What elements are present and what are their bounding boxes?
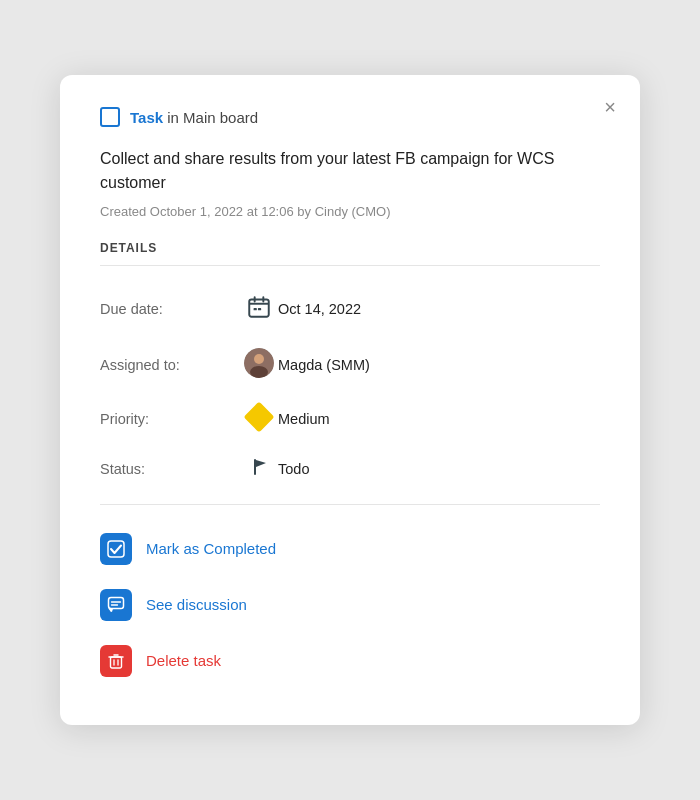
see-discussion-label: See discussion — [146, 596, 247, 613]
assigned-to-value: Magda (SMM) — [278, 336, 600, 394]
svg-rect-8 — [109, 597, 124, 608]
delete-task-action[interactable]: Delete task — [100, 633, 600, 689]
details-divider — [100, 265, 600, 266]
calendar-icon-cell — [240, 282, 278, 336]
mark-completed-action[interactable]: Mark as Completed — [100, 521, 600, 577]
check-icon-box — [100, 533, 132, 565]
details-table: Due date: Oct 14, 2022 Assigned to: — [100, 282, 600, 494]
avatar — [244, 348, 274, 378]
task-checkbox[interactable] — [100, 107, 120, 127]
svg-rect-6 — [254, 459, 256, 475]
svg-point-4 — [254, 354, 264, 364]
assigned-to-label: Assigned to: — [100, 336, 240, 394]
status-row: Status: Todo — [100, 444, 600, 494]
priority-label: Priority: — [100, 394, 240, 444]
priority-value: Medium — [278, 394, 600, 444]
svg-rect-11 — [111, 657, 122, 668]
calendar-icon — [246, 294, 272, 320]
svg-rect-1 — [254, 308, 257, 310]
due-date-row: Due date: Oct 14, 2022 — [100, 282, 600, 336]
status-label: Status: — [100, 444, 240, 494]
chat-icon-box — [100, 589, 132, 621]
due-date-label: Due date: — [100, 282, 240, 336]
chat-icon — [107, 596, 125, 614]
svg-rect-2 — [258, 308, 261, 310]
assigned-to-row: Assigned to: Magda (SMM) — [100, 336, 600, 394]
task-word: Task — [130, 109, 163, 126]
task-header: Task in Main board — [100, 107, 600, 127]
svg-point-5 — [250, 366, 268, 378]
see-discussion-action[interactable]: See discussion — [100, 577, 600, 633]
flag-icon — [248, 456, 270, 482]
due-date-value: Oct 14, 2022 — [278, 282, 600, 336]
priority-icon-cell — [240, 394, 278, 444]
details-label: DETAILS — [100, 241, 600, 255]
task-location: in Main board — [167, 109, 258, 126]
close-button[interactable]: × — [600, 93, 620, 121]
task-location-label: Task in Main board — [130, 109, 258, 126]
diamond-icon — [243, 401, 274, 432]
actions-section: Mark as Completed See discussion — [100, 521, 600, 689]
priority-row: Priority: Medium — [100, 394, 600, 444]
status-value: Todo — [278, 444, 600, 494]
task-created: Created October 1, 2022 at 12:06 by Cind… — [100, 204, 600, 219]
task-modal: × Task in Main board Collect and share r… — [60, 75, 640, 724]
task-description: Collect and share results from your late… — [100, 147, 600, 193]
actions-divider — [100, 504, 600, 505]
trash-icon — [107, 652, 125, 670]
delete-task-label: Delete task — [146, 652, 221, 669]
trash-icon-box — [100, 645, 132, 677]
flag-icon-cell — [240, 444, 278, 494]
check-icon — [107, 540, 125, 558]
svg-rect-0 — [249, 299, 269, 316]
avatar-cell — [240, 336, 278, 394]
mark-completed-label: Mark as Completed — [146, 540, 276, 557]
